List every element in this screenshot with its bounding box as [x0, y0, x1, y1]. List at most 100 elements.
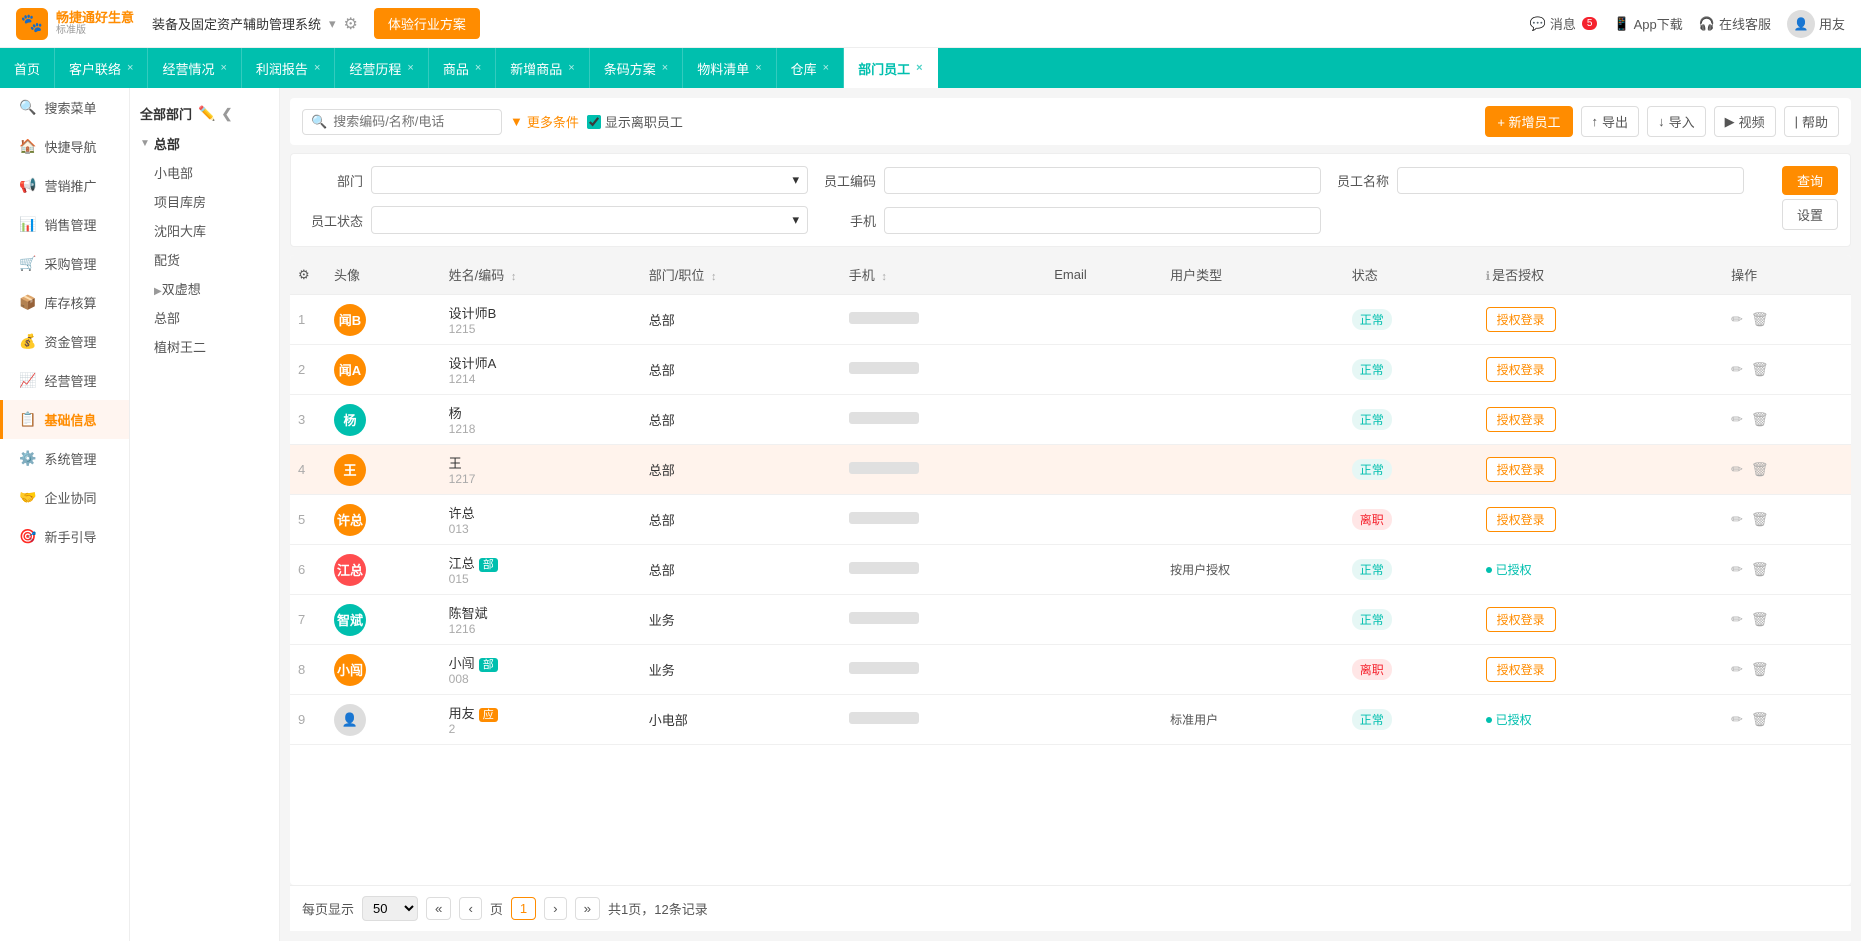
search-input[interactable] — [333, 114, 473, 129]
last-page-button[interactable]: » — [575, 897, 600, 920]
nav-item-经营历程[interactable]: 经营历程× — [335, 48, 428, 88]
col-settings[interactable]: ⚙ — [290, 255, 326, 295]
reset-button[interactable]: 设置 — [1782, 199, 1838, 230]
delete-icon[interactable]: 🗑 — [1751, 561, 1769, 578]
show-resigned-toggle[interactable]: 显示离职员工 — [587, 112, 683, 131]
auth-button[interactable]: 授权登录 — [1486, 357, 1556, 382]
delete-icon[interactable]: 🗑 — [1751, 611, 1769, 628]
page-size-select[interactable]: 50 100 — [362, 896, 418, 921]
sidebar-item-销售管理[interactable]: 📊销售管理 — [0, 205, 129, 244]
trial-button[interactable]: 体验行业方案 — [374, 8, 480, 39]
sidebar-item-新手引导[interactable]: 🎯新手引导 — [0, 517, 129, 556]
dept-item-项目库房[interactable]: 项目库房 — [130, 187, 279, 216]
nav-close-icon[interactable]: × — [127, 62, 133, 74]
nav-item-首页[interactable]: 首页 — [0, 48, 55, 88]
filter-status-select[interactable]: ▾ — [371, 206, 808, 234]
sidebar-item-企业协同[interactable]: 🤝企业协同 — [0, 478, 129, 517]
sidebar-item-库存核算[interactable]: 📦库存核算 — [0, 283, 129, 322]
col-name-code[interactable]: 姓名/编码 ↕ — [441, 255, 641, 295]
nav-close-icon[interactable]: × — [662, 62, 668, 74]
edit-icon[interactable]: ✏ — [1731, 511, 1743, 528]
edit-icon[interactable]: ✏ — [1731, 361, 1743, 378]
edit-icon[interactable]: ✏ — [1731, 461, 1743, 478]
prev-page-button[interactable]: ‹ — [459, 897, 481, 920]
help-button[interactable]: | 帮助 — [1784, 106, 1839, 137]
delete-icon[interactable]: 🗑 — [1751, 311, 1769, 328]
edit-icon[interactable]: ✏ — [1731, 661, 1743, 678]
view-button[interactable]: ▶ 视频 — [1714, 106, 1776, 137]
auth-button[interactable]: 授权登录 — [1486, 607, 1556, 632]
show-resigned-checkbox[interactable] — [587, 115, 601, 129]
add-employee-button[interactable]: + 新增员工 — [1485, 106, 1572, 137]
delete-icon[interactable]: 🗑 — [1751, 411, 1769, 428]
sidebar-item-经营管理[interactable]: 📈经营管理 — [0, 361, 129, 400]
col-dept-position[interactable]: 部门/职位 ↕ — [641, 255, 841, 295]
sidebar-item-营销推广[interactable]: 📢营销推广 — [0, 166, 129, 205]
nav-close-icon[interactable]: × — [475, 62, 481, 74]
delete-icon[interactable]: 🗑 — [1751, 511, 1769, 528]
edit-icon[interactable]: ✏ — [1731, 311, 1743, 328]
dept-item-小电部[interactable]: 小电部 — [130, 158, 279, 187]
user-area[interactable]: 👤 用友 — [1787, 10, 1845, 38]
delete-icon[interactable]: 🗑 — [1751, 361, 1769, 378]
dept-item-配货[interactable]: 配货 — [130, 245, 279, 274]
auth-button[interactable]: 授权登录 — [1486, 657, 1556, 682]
import-button[interactable]: ↓ 导入 — [1647, 106, 1706, 137]
dept-edit-icon[interactable]: ✏️ — [198, 105, 215, 122]
sidebar-item-快捷导航[interactable]: 🏠快捷导航 — [0, 127, 129, 166]
message-button[interactable]: 💬 消息 5 — [1530, 14, 1598, 33]
nav-close-icon[interactable]: × — [314, 62, 320, 74]
settings-icon[interactable]: ⚙ — [344, 14, 358, 34]
filter-empcode-input[interactable] — [884, 167, 1321, 194]
sidebar-item-采购管理[interactable]: 🛒采购管理 — [0, 244, 129, 283]
edit-icon[interactable]: ✏ — [1731, 611, 1743, 628]
search-input-wrapper[interactable]: 🔍 — [302, 109, 502, 135]
nav-close-icon[interactable]: × — [568, 62, 574, 74]
nav-item-物料清单[interactable]: 物料清单× — [683, 48, 776, 88]
delete-icon[interactable]: 🗑 — [1751, 461, 1769, 478]
col-phone[interactable]: 手机 ↕ — [841, 255, 1046, 295]
sidebar-item-资金管理[interactable]: 💰资金管理 — [0, 322, 129, 361]
sidebar-item-搜索菜单[interactable]: 🔍搜索菜单 — [0, 88, 129, 127]
nav-close-icon[interactable]: × — [220, 62, 226, 74]
dept-item-总部[interactable]: ▼总部 — [130, 129, 279, 158]
query-button[interactable]: 查询 — [1782, 166, 1838, 195]
edit-icon[interactable]: ✏ — [1731, 561, 1743, 578]
filter-dept-select[interactable]: ▾ — [371, 166, 808, 194]
auth-button[interactable]: 授权登录 — [1486, 307, 1556, 332]
sidebar-item-基础信息[interactable]: 📋基础信息 — [0, 400, 129, 439]
next-page-button[interactable]: › — [544, 897, 566, 920]
dept-item-总部[interactable]: 总部 — [130, 303, 279, 332]
current-page[interactable]: 1 — [511, 897, 536, 920]
delete-icon[interactable]: 🗑 — [1751, 711, 1769, 728]
more-filter-button[interactable]: ▼ 更多条件 — [510, 112, 579, 131]
dept-item-沈阳大库[interactable]: 沈阳大库 — [130, 216, 279, 245]
nav-item-部门员工[interactable]: 部门员工× — [844, 48, 937, 88]
auth-button[interactable]: 授权登录 — [1486, 407, 1556, 432]
sidebar-item-系统管理[interactable]: ⚙️系统管理 — [0, 439, 129, 478]
nav-close-icon[interactable]: × — [916, 62, 922, 74]
auth-button[interactable]: 授权登录 — [1486, 507, 1556, 532]
nav-item-新增商品[interactable]: 新增商品× — [496, 48, 589, 88]
dept-item-双虚想[interactable]: ▶双虚想 — [130, 274, 279, 303]
auth-button[interactable]: 授权登录 — [1486, 457, 1556, 482]
nav-close-icon[interactable]: × — [407, 62, 413, 74]
nav-item-利润报告[interactable]: 利润报告× — [242, 48, 335, 88]
nav-item-条码方案[interactable]: 条码方案× — [590, 48, 683, 88]
nav-item-客户联络[interactable]: 客户联络× — [55, 48, 148, 88]
app-download-button[interactable]: 📱 App下载 — [1613, 14, 1682, 33]
filter-phone-input[interactable] — [884, 207, 1321, 234]
dept-collapse-icon[interactable]: ❮ — [221, 106, 232, 122]
first-page-button[interactable]: « — [426, 897, 451, 920]
export-button[interactable]: ↑ 导出 — [1581, 106, 1640, 137]
edit-icon[interactable]: ✏ — [1731, 711, 1743, 728]
nav-item-仓库[interactable]: 仓库× — [777, 48, 844, 88]
filter-empname-input[interactable] — [1397, 167, 1744, 194]
edit-icon[interactable]: ✏ — [1731, 411, 1743, 428]
delete-icon[interactable]: 🗑 — [1751, 661, 1769, 678]
nav-item-经营情况[interactable]: 经营情况× — [148, 48, 241, 88]
nav-item-商品[interactable]: 商品× — [429, 48, 496, 88]
nav-close-icon[interactable]: × — [823, 62, 829, 74]
online-service-button[interactable]: 🎧 在线客服 — [1699, 14, 1771, 33]
nav-close-icon[interactable]: × — [755, 62, 761, 74]
